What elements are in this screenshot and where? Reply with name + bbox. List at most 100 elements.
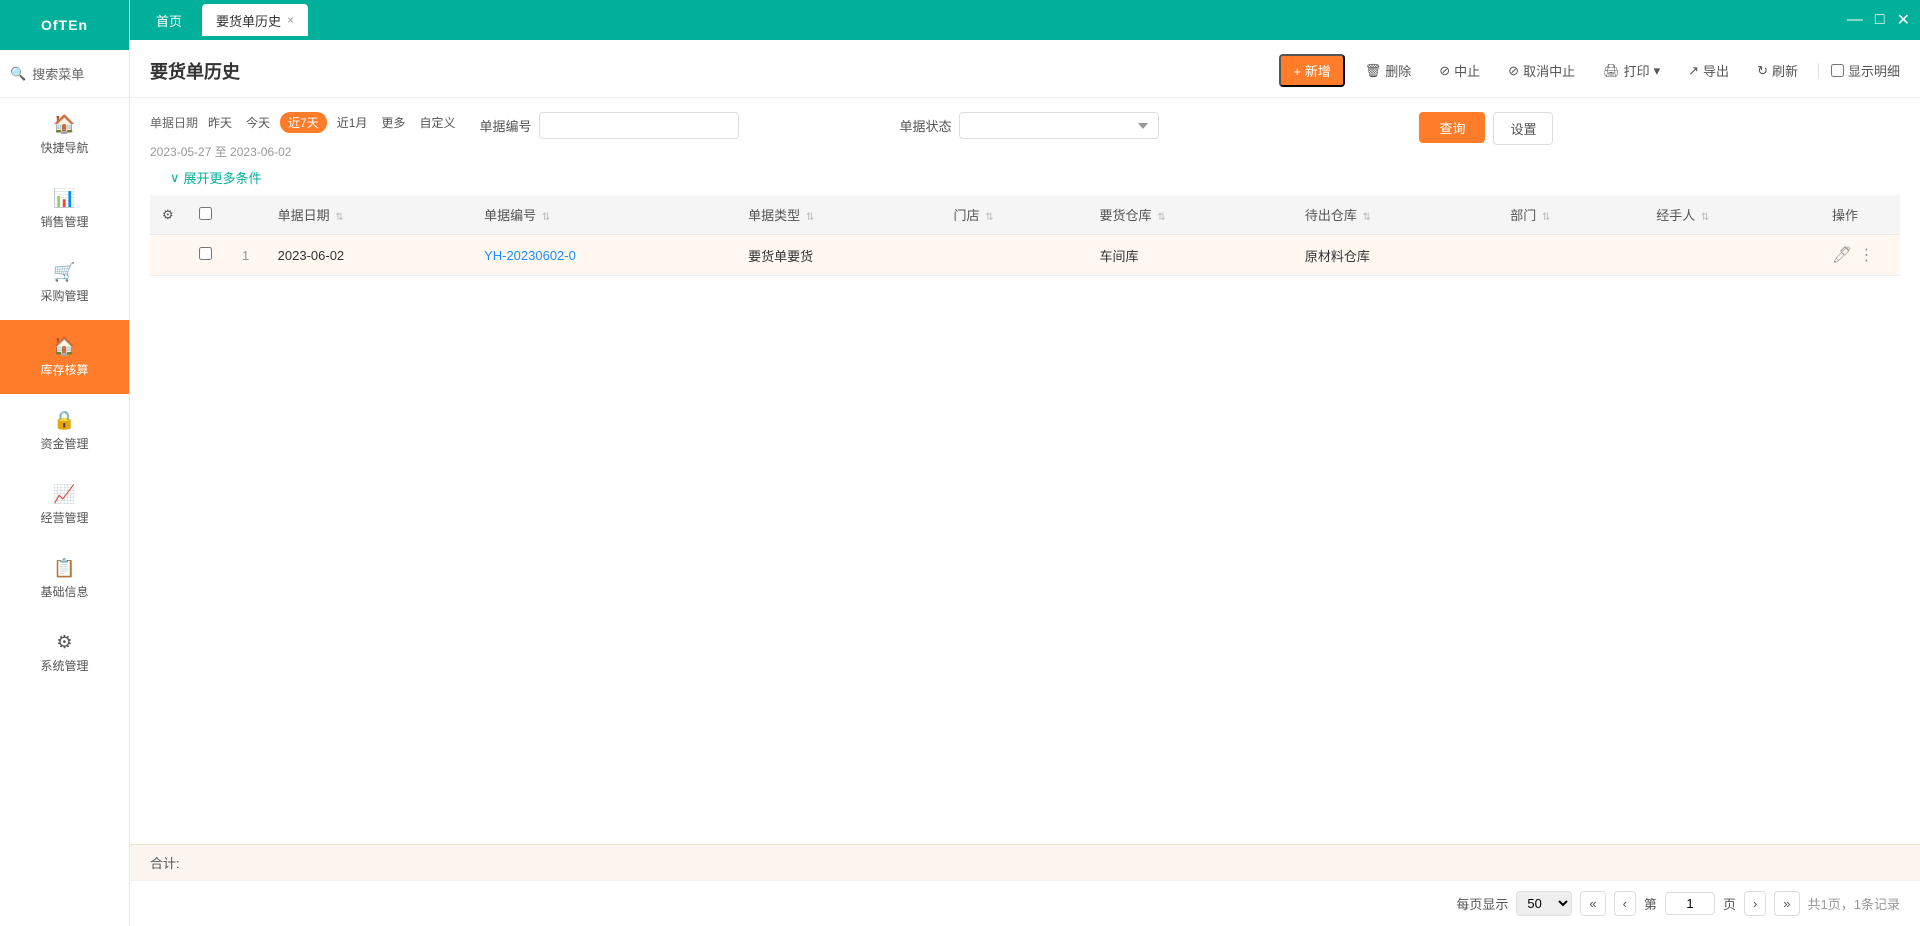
search-icon: 🔍 [10,66,26,82]
sidebar-item-label: 采购管理 [40,287,88,304]
total-label: 合计: [150,856,180,871]
home-icon: 🏠 [53,114,75,135]
display-detail-input[interactable] [1831,64,1844,77]
col-operation: 操作 [1820,195,1900,235]
cell-store [942,235,1088,276]
doc-status-select[interactable] [959,112,1159,139]
page-size-select[interactable]: 50 10 20 100 [1516,891,1572,916]
tab-close-icon[interactable]: × [287,13,294,27]
doc-status-filter-group: 单据状态 [899,112,1399,139]
tab-home[interactable]: 首页 [140,0,198,40]
delete-button[interactable]: 🗑 删除 [1357,57,1420,84]
col-handler[interactable]: 经手人 ⇅ [1644,195,1820,235]
print-dropdown-icon: ▾ [1654,63,1661,79]
print-button[interactable]: 🖨 打印 ▾ [1595,57,1668,84]
sidebar-item-label: 销售管理 [40,213,88,230]
sidebar-item-operation[interactable]: 📈 经营管理 [0,468,129,542]
date-shortcut-1month[interactable]: 近1月 [333,112,372,133]
cell-pending-warehouse: 原材料仓库 [1293,235,1498,276]
sidebar-item-quick-nav[interactable]: 🏠 快捷导航 [0,98,129,172]
col-department[interactable]: 部门 ⇅ [1498,195,1644,235]
sidebar-item-sales[interactable]: 📊 销售管理 [0,172,129,246]
finance-icon: 🔒 [53,410,75,431]
cell-doc-type: 要货单要货 [736,235,941,276]
refresh-button[interactable]: ↻ 刷新 [1749,57,1806,84]
stop-button[interactable]: ⊘ 中止 [1431,57,1488,84]
doc-number-link[interactable]: YH-20230602-0 [484,248,576,263]
first-page-button[interactable]: « [1580,891,1605,916]
sort-icon-store: ⇅ [985,212,993,223]
display-detail-checkbox[interactable]: 显示明细 [1831,61,1900,80]
doc-number-input[interactable] [539,112,739,139]
date-shortcut-more[interactable]: 更多 [377,112,409,133]
last-page-button[interactable]: » [1774,891,1799,916]
cell-checkbox [186,235,226,276]
col-doc-number[interactable]: 单据编号 ⇅ [472,195,736,235]
export-button[interactable]: ↗ 导出 [1680,57,1737,84]
close-button[interactable]: ✕ [1897,10,1910,30]
page-content: 要货单历史 + 新增 🗑 删除 ⊘ 中止 ⊘ 取消中止 🖨 [130,40,1920,926]
more-icon[interactable]: ⋮ [1858,245,1874,265]
cell-settings [150,235,186,276]
expand-more-btn[interactable]: ∨ 展开更多条件 [150,160,1900,195]
tab-label: 要货单历史 [216,11,281,30]
sales-icon: 📊 [53,188,75,209]
date-shortcut-yesterday[interactable]: 昨天 [204,112,236,133]
header-actions: + 新增 🗑 删除 ⊘ 中止 ⊘ 取消中止 🖨 打印 ▾ [1279,54,1900,87]
col-store[interactable]: 门店 ⇅ [942,195,1088,235]
select-all-checkbox[interactable] [199,207,212,220]
date-range-display: 2023-05-27 至 2023-06-02 [150,143,459,160]
doc-number-filter-group: 单据编号 [479,112,879,139]
page-input[interactable] [1665,892,1715,915]
sidebar-item-label: 搜索菜单 [32,64,84,83]
sidebar-item-system[interactable]: ⚙ 系统管理 [0,616,129,690]
date-shortcut-custom[interactable]: 自定义 [415,112,459,133]
table-header: ⚙ 单据日期 ⇅ 单据编号 ⇅ [150,195,1900,235]
sidebar-item-search-menu[interactable]: 🔍 搜索菜单 [0,50,129,98]
edit-icon[interactable]: 🖊 [1832,245,1852,265]
maximize-button[interactable]: □ [1875,11,1885,29]
tab-active[interactable]: 要货单历史 × [202,4,308,36]
prev-page-button[interactable]: ‹ [1614,891,1636,916]
export-icon: ↗ [1688,63,1699,79]
col-date[interactable]: 单据日期 ⇅ [266,195,472,235]
sort-icon-doc-number: ⇅ [542,212,550,223]
query-button[interactable]: 查询 [1419,112,1485,143]
sort-icon-doc-type: ⇅ [806,212,814,223]
col-req-warehouse[interactable]: 要货仓库 ⇅ [1088,195,1293,235]
next-page-button[interactable]: › [1744,891,1766,916]
cancel-stop-icon: ⊘ [1508,63,1519,79]
date-shortcut-today[interactable]: 今天 [242,112,274,133]
sidebar-item-base-info[interactable]: 📋 基础信息 [0,542,129,616]
minimize-button[interactable]: — [1847,11,1863,29]
date-filter-label: 单据日期 [150,114,198,131]
pagination-bar: 每页显示 50 10 20 100 « ‹ 第 页 › » 共1页，1条记录 [130,880,1920,926]
sidebar-item-label: 资金管理 [40,435,88,452]
sidebar-item-inventory[interactable]: 🏠 库存核算 [0,320,129,394]
table-row: 1 2023-06-02 YH-20230602-0 要货单要货 车间库 原材料… [150,235,1900,276]
delete-icon: 🗑 [1365,63,1382,79]
sidebar-item-finance[interactable]: 🔒 资金管理 [0,394,129,468]
cell-num: 1 [226,235,266,276]
col-doc-type[interactable]: 单据类型 ⇅ [736,195,941,235]
sort-icon-pending-warehouse: ⇅ [1363,212,1371,223]
sidebar-item-purchase[interactable]: 🛒 采购管理 [0,246,129,320]
date-shortcut-7days[interactable]: 近7天 [280,112,327,133]
row-checkbox[interactable] [199,247,212,260]
sidebar-item-label: 基础信息 [40,583,88,600]
sort-icon-date: ⇅ [335,212,343,223]
settings-button[interactable]: 设置 [1493,112,1553,145]
date-filter-row: 单据日期 昨天 今天 近7天 近1月 更多 自定义 [150,112,459,133]
col-pending-warehouse[interactable]: 待出仓库 ⇅ [1293,195,1498,235]
cancel-stop-button[interactable]: ⊘ 取消中止 [1500,57,1583,84]
table-body: 1 2023-06-02 YH-20230602-0 要货单要货 车间库 原材料… [150,235,1900,276]
new-button[interactable]: + 新增 [1279,54,1344,87]
cell-req-warehouse: 车间库 [1088,235,1293,276]
page-title: 要货单历史 [150,58,240,84]
doc-status-label: 单据状态 [899,116,951,135]
col-settings[interactable]: ⚙ [150,195,186,235]
page-label-last: 页 [1723,894,1736,913]
filter-row: 单据日期 昨天 今天 近7天 近1月 更多 自定义 2023-05-27 至 2… [150,112,1900,160]
tab-bar: 首页 要货单历史 × — □ ✕ [130,0,1920,40]
divider [1818,63,1819,79]
